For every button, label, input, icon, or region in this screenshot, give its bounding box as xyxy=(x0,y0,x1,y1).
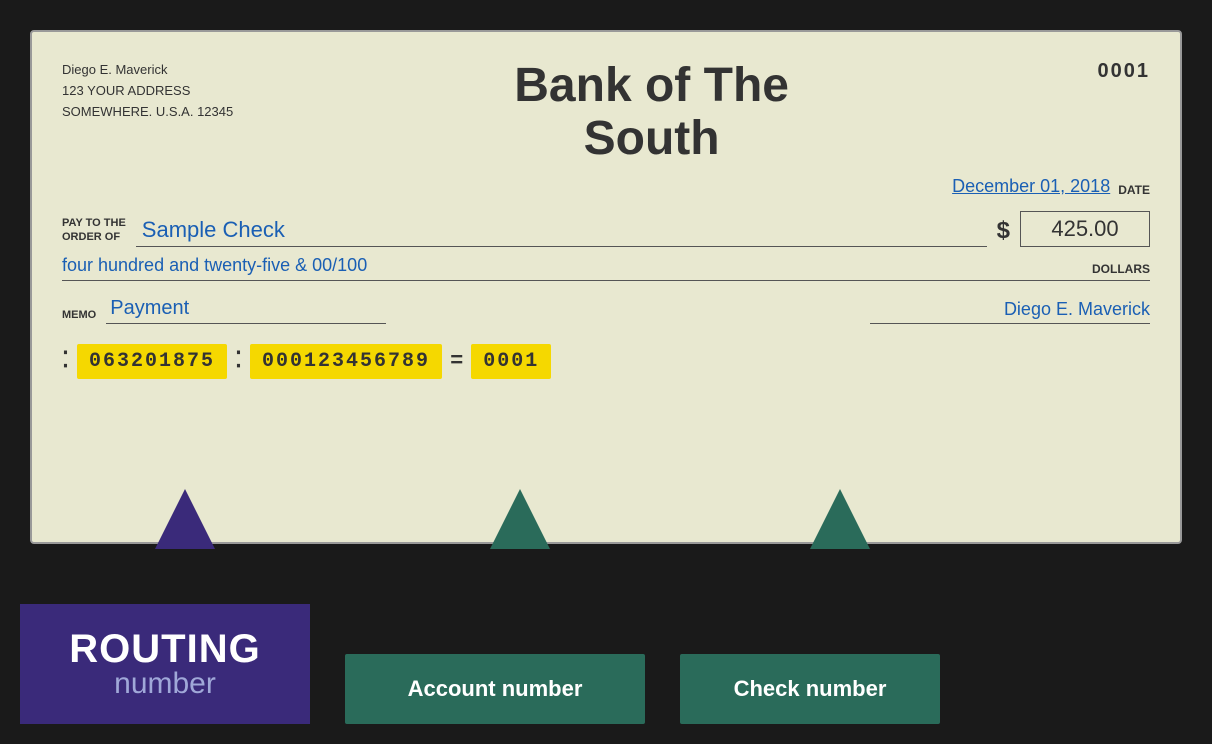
pay-to-label: PAY TO THE ORDER OF xyxy=(62,216,126,247)
memo-left: MEMO Payment xyxy=(62,297,386,324)
date-row: December 01, 2018 DATE xyxy=(62,176,1150,197)
memo-value: Payment xyxy=(106,297,189,319)
payer-address1: 123 YOUR ADDRESS xyxy=(62,81,233,102)
dollar-sign: $ xyxy=(997,217,1010,247)
account-label-box: Account number xyxy=(345,654,645,724)
payee-line: Sample Check xyxy=(136,217,987,247)
memo-row: MEMO Payment Diego E. Maverick xyxy=(62,297,1150,324)
check-paper: Diego E. Maverick 123 YOUR ADDRESS SOMEW… xyxy=(30,30,1182,544)
amount-words: four hundred and twenty-five & 00/100 xyxy=(62,255,367,276)
date-label: DATE xyxy=(1118,183,1150,197)
check-number-highlight: 0001 xyxy=(471,344,551,379)
amount-box: 425.00 xyxy=(1020,211,1150,247)
routing-label-line1: ROUTING xyxy=(69,629,260,669)
check-label-box: Check number xyxy=(680,654,940,724)
routing-label-box: ROUTING number xyxy=(20,604,310,724)
routing-number-highlight: 063201875 xyxy=(77,344,227,379)
micr-prefix-symbol: ⁚ xyxy=(62,348,69,374)
account-label-text: Account number xyxy=(408,676,583,702)
payer-name: Diego E. Maverick xyxy=(62,60,233,81)
payee-name: Sample Check xyxy=(136,217,285,242)
signature-line: Diego E. Maverick xyxy=(870,299,1150,324)
routing-label-line2: number xyxy=(114,669,216,699)
check-number-arrow xyxy=(810,489,870,549)
micr-suffix-symbol: ⁚ xyxy=(235,348,242,374)
amount-words-row: four hundred and twenty-five & 00/100 DO… xyxy=(62,255,1150,281)
payer-info: Diego E. Maverick 123 YOUR ADDRESS SOMEW… xyxy=(62,60,233,122)
check-number-display: 0001 xyxy=(1070,60,1150,83)
micr-equal-symbol: = xyxy=(450,349,463,374)
check-top-row: Diego E. Maverick 123 YOUR ADDRESS SOMEW… xyxy=(62,60,1150,166)
account-number-highlight: 000123456789 xyxy=(250,344,442,379)
signature-value: Diego E. Maverick xyxy=(1004,299,1150,319)
memo-line: Payment xyxy=(106,297,386,324)
bank-name: Bank of The South xyxy=(253,60,1050,166)
memo-label: MEMO xyxy=(62,309,96,324)
routing-arrow xyxy=(155,489,215,549)
payer-address2: SOMEWHERE. U.S.A. 12345 xyxy=(62,102,233,123)
pay-to-row: PAY TO THE ORDER OF Sample Check $ 425.0… xyxy=(62,211,1150,247)
date-value: December 01, 2018 xyxy=(952,176,1110,197)
dollars-label: DOLLARS xyxy=(1092,262,1150,276)
account-arrow xyxy=(490,489,550,549)
check-label-text: Check number xyxy=(734,676,887,702)
micr-row: ⁚ 063201875 ⁚ 000123456789 = 0001 xyxy=(62,344,1150,379)
